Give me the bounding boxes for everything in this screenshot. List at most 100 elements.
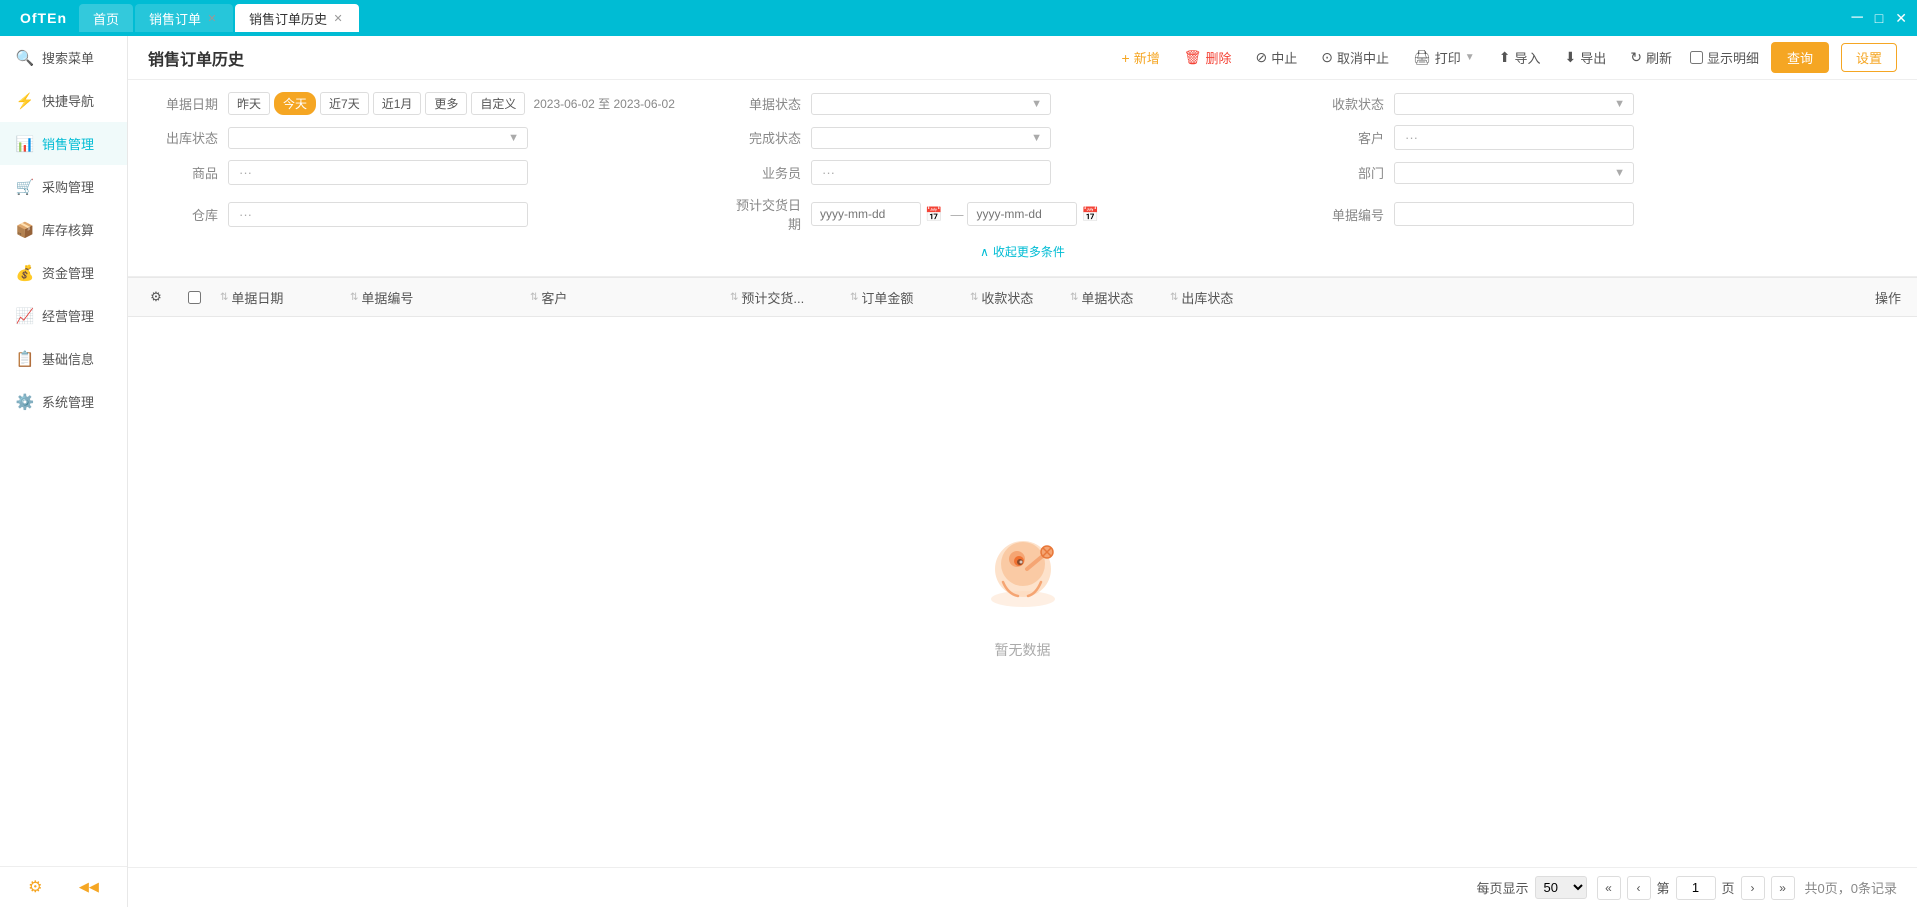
date-btn-custom[interactable]: 自定义 <box>471 92 525 115</box>
complete-status-chevron: ▼ <box>1031 132 1042 144</box>
content-area: 销售订单历史 + 新增 🗑 删除 ⊘ 中止 ⊙ 取消中止 <box>128 36 1917 907</box>
window-close-btn[interactable]: ✕ <box>1895 10 1907 27</box>
delivery-date-end-calendar-icon[interactable]: 📅 <box>1081 206 1098 223</box>
th-amount-label: 订单金额 <box>861 288 913 307</box>
date-btn-today[interactable]: 今天 <box>274 92 316 115</box>
department-label: 部门 <box>1314 163 1394 182</box>
sidebar-item-sys-mgmt[interactable]: ⚙️ 系统管理 <box>0 380 127 423</box>
collapse-row: ∧ 收起更多条件 <box>148 239 1897 264</box>
th-date[interactable]: ⇅ 单据日期 <box>212 288 342 307</box>
import-button[interactable]: ⬆ 导入 <box>1493 44 1547 71</box>
date-btn-1month[interactable]: 近1月 <box>373 92 422 115</box>
tab-sales-order-close[interactable]: ✕ <box>205 11 219 25</box>
sidebar-item-sales-mgmt[interactable]: 📊 销售管理 <box>0 122 127 165</box>
sidebar-item-purchase-mgmt[interactable]: 🛒 采购管理 <box>0 165 127 208</box>
pay-status-select[interactable]: ▼ <box>1394 93 1634 115</box>
date-btn-7days[interactable]: 近7天 <box>320 92 369 115</box>
window-minimize-btn[interactable]: ─ <box>1851 9 1862 27</box>
th-customer[interactable]: ⇅ 客户 <box>522 288 722 307</box>
prev-page-btn[interactable]: ‹ <box>1627 876 1651 900</box>
add-button[interactable]: + 新增 <box>1116 44 1166 71</box>
first-page-btn[interactable]: « <box>1597 876 1621 900</box>
th-checkbox[interactable] <box>176 291 212 304</box>
th-delivery[interactable]: ⇅ 预计交货... <box>722 288 842 307</box>
window-maximize-btn[interactable]: □ <box>1875 10 1883 26</box>
th-actions: 操作 <box>1272 288 1909 307</box>
date-btn-more[interactable]: 更多 <box>425 92 467 115</box>
filter-cell-warehouse: 仓库 ··· <box>148 202 731 227</box>
show-details-checkbox-label[interactable]: 显示明细 <box>1690 48 1759 67</box>
pay-status-chevron: ▼ <box>1614 98 1625 110</box>
sidebar-item-inventory-calc[interactable]: 📦 库存核算 <box>0 208 127 251</box>
order-number-label: 单据编号 <box>1314 205 1394 224</box>
cancel-stop-button[interactable]: ⊙ 取消中止 <box>1315 44 1395 71</box>
delivery-date-end-input[interactable] <box>967 202 1077 226</box>
th-pay-status[interactable]: ⇅ 收款状态 <box>962 288 1062 307</box>
th-order-status[interactable]: ⇅ 单据状态 <box>1062 288 1162 307</box>
current-page-input[interactable] <box>1676 876 1716 900</box>
sidebar-item-operations-mgmt[interactable]: 📈 经营管理 <box>0 294 127 337</box>
order-status-select[interactable]: ▼ <box>811 93 1051 115</box>
order-number-input[interactable] <box>1394 202 1634 226</box>
refresh-label: 刷新 <box>1646 48 1672 67</box>
product-ellipsis-btn[interactable]: ··· <box>228 160 528 185</box>
query-button[interactable]: 查询 <box>1771 42 1829 73</box>
tab-home[interactable]: 首页 <box>79 4 133 32</box>
sidebar-item-operations-mgmt-label: 经营管理 <box>42 306 94 325</box>
stop-button[interactable]: ⊘ 中止 <box>1250 44 1304 71</box>
tab-sales-order-history-close[interactable]: ✕ <box>331 11 345 25</box>
print-button[interactable]: 🖨 打印 ▼ <box>1407 44 1481 71</box>
add-label: 新增 <box>1134 48 1160 67</box>
setting-button[interactable]: 设置 <box>1841 43 1897 72</box>
next-page-btn[interactable]: › <box>1741 876 1765 900</box>
sidebar-item-sys-mgmt-label: 系统管理 <box>42 392 94 411</box>
collapse-button[interactable]: ∧ 收起更多条件 <box>980 243 1065 260</box>
th-out-status[interactable]: ⇅ 出库状态 <box>1162 288 1272 307</box>
warehouse-ellipsis-btn[interactable]: ··· <box>228 202 528 227</box>
collapse-label: 收起更多条件 <box>993 243 1065 260</box>
toolbar: + 新增 🗑 删除 ⊘ 中止 ⊙ 取消中止 🖨 打印 <box>1116 42 1898 73</box>
select-all-checkbox[interactable] <box>188 291 201 304</box>
total-info: 共0页，0条记录 <box>1805 878 1897 897</box>
tab-sales-order[interactable]: 销售订单 ✕ <box>135 4 233 32</box>
tab-sales-order-history-label: 销售订单历史 <box>249 9 327 28</box>
th-settings[interactable]: ⚙ <box>136 289 176 305</box>
sidebar-item-search-menu[interactable]: 🔍 搜索菜单 <box>0 36 127 79</box>
refresh-button[interactable]: ↻ 刷新 <box>1624 44 1678 71</box>
customer-ellipsis-btn[interactable]: ··· <box>1394 125 1634 150</box>
salesman-label: 业务员 <box>731 163 811 182</box>
show-details-checkbox[interactable] <box>1690 51 1703 64</box>
export-label: 导出 <box>1580 48 1606 67</box>
delivery-date-start-calendar-icon[interactable]: 📅 <box>925 206 942 223</box>
page-header: 销售订单历史 + 新增 🗑 删除 ⊘ 中止 ⊙ 取消中止 <box>128 36 1917 80</box>
sidebar-item-capital-mgmt[interactable]: 💰 资金管理 <box>0 251 127 294</box>
filter-cell-out-status: 出库状态 ▼ <box>148 127 731 149</box>
department-select[interactable]: ▼ <box>1394 162 1634 184</box>
filter-cell-department: 部门 ▼ <box>1314 162 1897 184</box>
date-btn-yesterday[interactable]: 昨天 <box>228 92 270 115</box>
th-amount[interactable]: ⇅ 订单金额 <box>842 288 962 307</box>
th-number[interactable]: ⇅ 单据编号 <box>342 288 522 307</box>
complete-status-select[interactable]: ▼ <box>811 127 1051 149</box>
page-size-label: 每页显示 <box>1476 878 1528 897</box>
last-page-btn[interactable]: » <box>1771 876 1795 900</box>
sidebar-item-basic-info[interactable]: 📋 基础信息 <box>0 337 127 380</box>
delete-label: 删除 <box>1205 48 1231 67</box>
sidebar-collapse-btn[interactable]: ◀◀ <box>79 879 99 895</box>
sidebar-item-quick-nav[interactable]: ⚡ 快捷导航 <box>0 79 127 122</box>
export-button[interactable]: ⬇ 导出 <box>1558 44 1612 71</box>
filter-cell-pay-status: 收款状态 ▼ <box>1314 93 1897 115</box>
filter-cell-customer: 客户 ··· <box>1314 125 1897 150</box>
delivery-date-separator: — <box>950 207 963 222</box>
sidebar-settings-btn[interactable]: ⚙ <box>28 877 42 897</box>
delivery-date-start-input[interactable] <box>811 202 921 226</box>
sidebar-item-search-menu-label: 搜索菜单 <box>42 48 94 67</box>
out-status-label: 出库状态 <box>148 128 228 147</box>
delete-button[interactable]: 🗑 删除 <box>1178 44 1238 71</box>
tab-sales-order-label: 销售订单 <box>149 9 201 28</box>
tab-sales-order-history[interactable]: 销售订单历史 ✕ <box>235 4 359 32</box>
order-status-sort-icon: ⇅ <box>1070 292 1078 303</box>
out-status-select[interactable]: ▼ <box>228 127 528 149</box>
page-size-select[interactable]: 50 10 20 100 <box>1535 876 1587 899</box>
salesman-ellipsis-btn[interactable]: ··· <box>811 160 1051 185</box>
